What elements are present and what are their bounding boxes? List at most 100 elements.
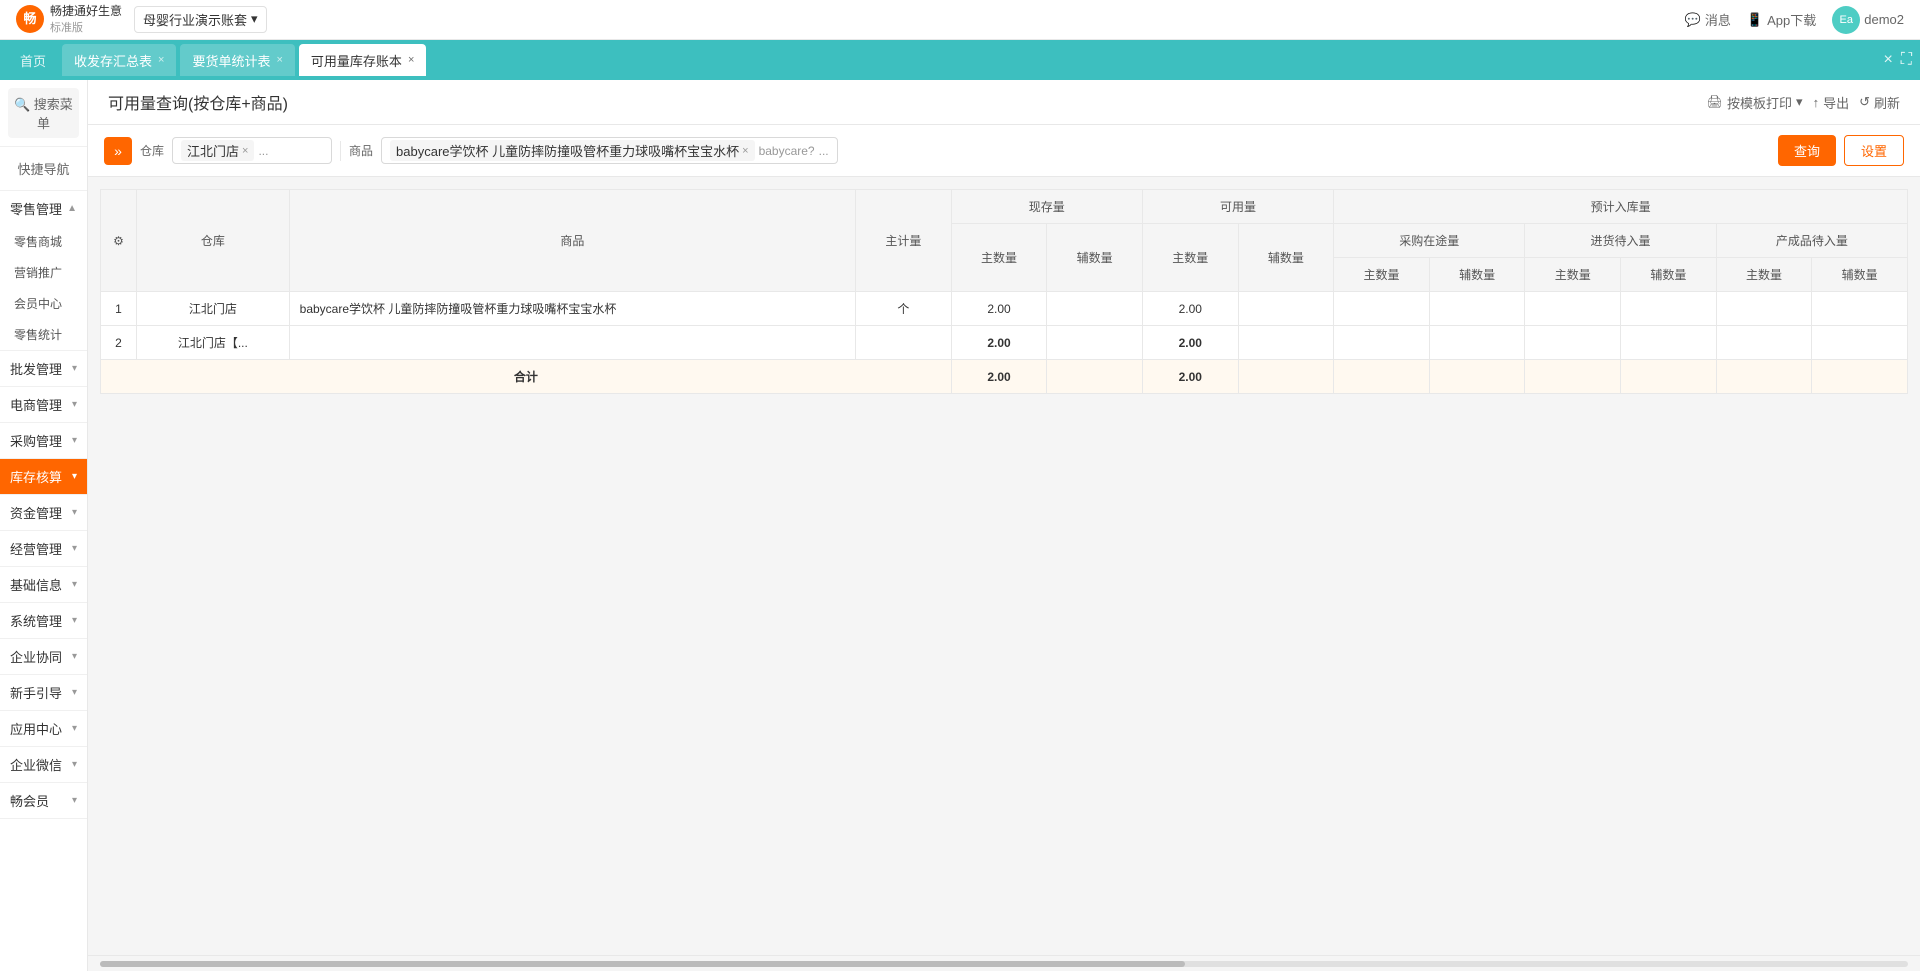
tab-available-stock-label: 可用量库存账本 bbox=[311, 51, 402, 70]
app-download-label: App下载 bbox=[1767, 10, 1816, 29]
section-system-arrow: ▾ bbox=[72, 615, 77, 626]
content-area: 可用量查询(按仓库+商品) 🖨 按模板打印 ▾ ↑ 导出 ↺ 刷新 » bbox=[88, 80, 1920, 971]
th-main-unit: 主计量 bbox=[856, 190, 952, 292]
tenant-selector[interactable]: 母婴行业演示账套 ▾ bbox=[134, 6, 267, 33]
section-member: 畅会员 ▾ bbox=[0, 783, 87, 819]
table-container: ⚙ 仓库 商品 主计量 现存量 可用量 预计入库量 主数量 辅数量 主数量 辅数… bbox=[88, 177, 1920, 955]
cell-inbound-main-1 bbox=[1525, 292, 1621, 326]
message-action[interactable]: 💬 消息 bbox=[1685, 10, 1731, 29]
cell-product-1: babycare学饮杯 儿童防摔防撞吸管杯重力球吸嘴杯宝宝水杯 bbox=[289, 292, 855, 326]
th-product: 商品 bbox=[289, 190, 855, 292]
tab-order-summary-close[interactable]: × bbox=[276, 54, 282, 66]
summary-products-main bbox=[1716, 360, 1812, 394]
section-wechat-header[interactable]: 企业微信 ▾ bbox=[0, 747, 87, 782]
warehouse-tag-close[interactable]: × bbox=[242, 145, 248, 157]
section-appcenter-header[interactable]: 应用中心 ▾ bbox=[0, 711, 87, 746]
section-retail: 零售管理 ▲ 零售商城 营销推广 会员中心 零售统计 bbox=[0, 191, 87, 351]
filter-expand-btn[interactable]: » bbox=[104, 137, 132, 165]
template-chevron-icon: ▾ bbox=[1796, 94, 1803, 110]
tab-available-stock-close[interactable]: × bbox=[408, 54, 414, 66]
product-more[interactable]: babycare? bbox=[759, 144, 815, 158]
tab-close-all[interactable]: × bbox=[1883, 51, 1892, 69]
product-tag-close[interactable]: × bbox=[742, 145, 748, 157]
cell-current-aux-2 bbox=[1047, 326, 1143, 360]
message-label: 消息 bbox=[1705, 10, 1731, 29]
summary-purchase-aux bbox=[1429, 360, 1525, 394]
page-actions: 🖨 按模板打印 ▾ ↑ 导出 ↺ 刷新 bbox=[1707, 93, 1901, 112]
user-area[interactable]: Ea demo2 bbox=[1832, 6, 1904, 34]
th-products-aux: 辅数量 bbox=[1812, 258, 1908, 292]
cell-unit-2 bbox=[856, 326, 952, 360]
scrollbar-thumb bbox=[100, 961, 1185, 967]
sidebar-item-retail-stats[interactable]: 零售统计 bbox=[0, 319, 87, 350]
sidebar-item-member-center[interactable]: 会员中心 bbox=[0, 288, 87, 319]
section-system-header[interactable]: 系统管理 ▾ bbox=[0, 603, 87, 638]
section-ecommerce-header[interactable]: 电商管理 ▾ bbox=[0, 387, 87, 422]
cell-current-aux-1 bbox=[1047, 292, 1143, 326]
filter-area: » 仓库 江北门店 × ... 商品 babycare学饮杯 儿童防摔防撞吸管杯… bbox=[88, 125, 1920, 177]
section-basic-header[interactable]: 基础信息 ▾ bbox=[0, 567, 87, 602]
horizontal-scrollbar[interactable] bbox=[100, 961, 1908, 967]
cell-products-aux-1 bbox=[1812, 292, 1908, 326]
tab-receipt-summary[interactable]: 收发存汇总表 × bbox=[62, 44, 176, 76]
settings-btn[interactable]: 设置 bbox=[1844, 135, 1904, 166]
cell-unit-1: 个 bbox=[856, 292, 952, 326]
section-enterprise-header[interactable]: 企业协同 ▾ bbox=[0, 639, 87, 674]
cell-inbound-main-2 bbox=[1525, 326, 1621, 360]
chevron-down-icon: ▾ bbox=[251, 11, 258, 27]
tab-fullscreen[interactable]: ⛶ bbox=[1901, 51, 1912, 69]
section-finance-label: 资金管理 bbox=[10, 503, 62, 522]
section-inventory-header[interactable]: 库存核算 ▾ bbox=[0, 459, 87, 494]
export-btn[interactable]: ↑ 导出 bbox=[1813, 93, 1850, 112]
tab-receipt-summary-close[interactable]: × bbox=[158, 54, 164, 66]
section-newguide-label: 新手引导 bbox=[10, 683, 62, 702]
cell-available-aux-1 bbox=[1238, 292, 1334, 326]
section-retail-header[interactable]: 零售管理 ▲ bbox=[0, 191, 87, 226]
summary-current-main: 2.00 bbox=[951, 360, 1047, 394]
product-more-dots[interactable]: ... bbox=[819, 144, 829, 158]
query-btn[interactable]: 查询 bbox=[1778, 135, 1836, 166]
th-gear[interactable]: ⚙ bbox=[101, 190, 137, 292]
section-member-header[interactable]: 畅会员 ▾ bbox=[0, 783, 87, 818]
tab-bar: 首页 收发存汇总表 × 要货单统计表 × 可用量库存账本 × × ⛶ bbox=[0, 40, 1920, 80]
warehouse-more[interactable]: ... bbox=[258, 144, 268, 158]
section-finance-header[interactable]: 资金管理 ▾ bbox=[0, 495, 87, 530]
cell-current-main-2: 2.00 bbox=[951, 326, 1047, 360]
tab-order-summary[interactable]: 要货单统计表 × bbox=[180, 44, 294, 76]
sidebar-item-quicknav[interactable]: 快捷导航 bbox=[0, 151, 87, 186]
template-print-btn[interactable]: 🖨 按模板打印 ▾ bbox=[1707, 93, 1803, 112]
sidebar-item-marketing[interactable]: 营销推广 bbox=[0, 257, 87, 288]
refresh-btn[interactable]: ↺ 刷新 bbox=[1859, 93, 1900, 112]
cell-warehouse-1: 江北门店 bbox=[137, 292, 290, 326]
tab-home[interactable]: 首页 bbox=[8, 44, 58, 76]
th-available-main-qty: 主数量 bbox=[1142, 224, 1238, 292]
th-inbound-pending: 进货待入量 bbox=[1525, 224, 1716, 258]
section-ecommerce-label: 电商管理 bbox=[10, 395, 62, 414]
section-operations: 经营管理 ▾ bbox=[0, 531, 87, 567]
product-input[interactable]: babycare学饮杯 儿童防摔防撞吸管杯重力球吸嘴杯宝宝水杯 × babyca… bbox=[381, 137, 838, 164]
search-menu-btn[interactable]: 🔍 搜索菜单 bbox=[8, 88, 79, 138]
cell-inbound-aux-1 bbox=[1621, 292, 1717, 326]
section-newguide-header[interactable]: 新手引导 ▾ bbox=[0, 675, 87, 710]
sidebar-item-retail-shop[interactable]: 零售商城 bbox=[0, 226, 87, 257]
section-newguide-arrow: ▾ bbox=[72, 687, 77, 698]
export-label: 导出 bbox=[1823, 93, 1849, 112]
section-member-arrow: ▾ bbox=[72, 795, 77, 806]
app-download-action[interactable]: 📱 App下载 bbox=[1747, 10, 1816, 29]
section-purchase-header[interactable]: 采购管理 ▾ bbox=[0, 423, 87, 458]
tab-available-stock[interactable]: 可用量库存账本 × bbox=[299, 44, 426, 76]
tab-order-summary-label: 要货单统计表 bbox=[192, 51, 270, 70]
cell-purchase-aux-2 bbox=[1429, 326, 1525, 360]
section-wholesale-header[interactable]: 批发管理 ▾ bbox=[0, 351, 87, 386]
section-wechat-label: 企业微信 bbox=[10, 755, 62, 774]
section-purchase: 采购管理 ▾ bbox=[0, 423, 87, 459]
section-system-label: 系统管理 bbox=[10, 611, 62, 630]
th-available-aux-qty: 辅数量 bbox=[1238, 224, 1334, 292]
section-appcenter-arrow: ▾ bbox=[72, 723, 77, 734]
cell-warehouse-2: 江北门店【... bbox=[137, 326, 290, 360]
section-inventory-label: 库存核算 bbox=[10, 467, 62, 486]
section-basic-label: 基础信息 bbox=[10, 575, 62, 594]
section-operations-header[interactable]: 经营管理 ▾ bbox=[0, 531, 87, 566]
cell-product-2 bbox=[289, 326, 855, 360]
warehouse-input[interactable]: 江北门店 × ... bbox=[172, 137, 332, 164]
